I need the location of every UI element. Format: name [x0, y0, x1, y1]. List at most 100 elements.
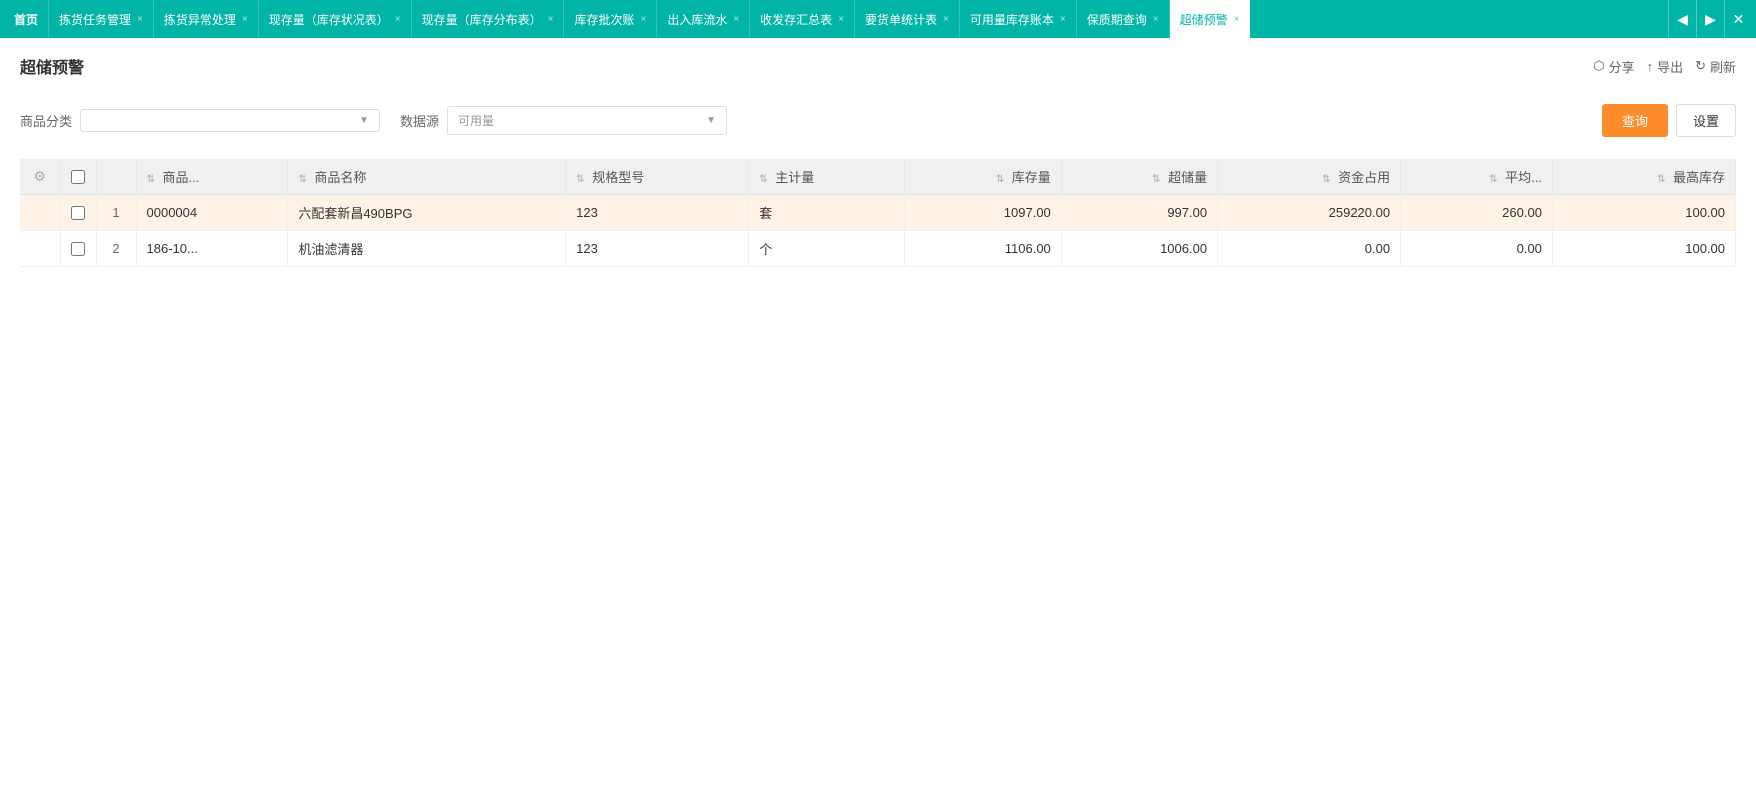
col-label: 主计量 — [775, 170, 814, 185]
sort-icon: ⇅ — [576, 174, 584, 185]
chevron-down-icon: ▼ — [706, 115, 716, 126]
nav-tab-available[interactable]: 可用量库存账本 × — [960, 0, 1077, 38]
table-col-avg[interactable]: ⇅ 平均... — [1401, 159, 1553, 195]
table-row[interactable]: 2 186-10... 机油滤清器 123 个 1106.00 1006.00 … — [20, 231, 1736, 267]
row-check — [60, 231, 96, 267]
table-col-seq — [96, 159, 136, 195]
table-col-over[interactable]: ⇅ 超储量 — [1061, 159, 1217, 195]
filter-actions: 查询 设置 — [1602, 104, 1736, 137]
row-unit: 个 — [749, 231, 905, 267]
row-gear — [20, 195, 60, 231]
nav-tab-label: 现存量（库存状况表） — [269, 11, 389, 28]
table-body: 1 0000004 六配套新昌490BPG 123 套 1097.00 997.… — [20, 195, 1736, 267]
table-col-unit[interactable]: ⇅ 主计量 — [749, 159, 905, 195]
table-col-max[interactable]: ⇅ 最高库存 — [1552, 159, 1735, 195]
nav-tab-label: 可用量库存账本 — [970, 11, 1054, 28]
datasource-select[interactable]: 可用量 ▼ — [447, 106, 727, 135]
nav-tab-stock-dist[interactable]: 现存量（库存分布表） × — [412, 0, 565, 38]
filter-row: 商品分类 ▼ 数据源 可用量 ▼ 查询 设置 — [20, 94, 1736, 147]
share-button[interactable]: ⬡ 分享 — [1593, 57, 1634, 76]
table-col-stock[interactable]: ⇅ 库存量 — [905, 159, 1061, 195]
sort-icon: ⇅ — [1322, 174, 1330, 185]
nav-next-button[interactable]: ▶ — [1696, 0, 1724, 38]
export-button[interactable]: ↑ 导出 — [1647, 57, 1684, 76]
nav-tab-task-mgmt[interactable]: 拣货任务管理 × — [49, 0, 154, 38]
row-code: 186-10... — [136, 231, 288, 267]
refresh-icon: ↻ — [1695, 58, 1706, 74]
category-label: 商品分类 — [20, 111, 72, 130]
sort-icon: ⇅ — [996, 174, 1004, 185]
row-avg: 260.00 — [1401, 195, 1553, 231]
close-icon[interactable]: × — [838, 14, 844, 25]
close-icon[interactable]: × — [943, 14, 949, 25]
nav-tab-label: 出入库流水 — [667, 11, 727, 28]
row-avg: 0.00 — [1401, 231, 1553, 267]
category-select[interactable]: ▼ — [80, 109, 380, 132]
sort-icon: ⇅ — [1152, 174, 1160, 185]
table-col-code[interactable]: ⇅ 商品... — [136, 159, 288, 195]
table-col-capital[interactable]: ⇅ 资金占用 — [1218, 159, 1401, 195]
header-actions: ⬡ 分享 ↑ 导出 ↻ 刷新 — [1593, 57, 1736, 76]
close-icon[interactable]: × — [395, 14, 401, 25]
nav-tab-in-out-flow[interactable]: 出入库流水 × — [657, 0, 750, 38]
nav-tab-label: 现存量（库存分布表） — [422, 11, 542, 28]
row-stock: 1106.00 — [905, 231, 1061, 267]
sort-icon: ⇅ — [147, 174, 155, 185]
close-icon[interactable]: × — [640, 14, 646, 25]
row-max: 100.00 — [1552, 231, 1735, 267]
row-check — [60, 195, 96, 231]
table-header: ⚙ ⇅ 商品... ⇅ 商品名称 ⇅ 规格型号 — [20, 159, 1736, 195]
table-row[interactable]: 1 0000004 六配套新昌490BPG 123 套 1097.00 997.… — [20, 195, 1736, 231]
close-icon[interactable]: × — [1060, 14, 1066, 25]
share-icon: ⬡ — [1593, 58, 1604, 74]
row-checkbox[interactable] — [71, 242, 85, 256]
col-label: 资金占用 — [1338, 170, 1390, 185]
nav-prev-button[interactable]: ◀ — [1668, 0, 1696, 38]
table-col-gear: ⚙ — [20, 159, 60, 195]
share-label: 分享 — [1609, 57, 1635, 76]
top-navigation: 首页 拣货任务管理 × 拣货异常处理 × 现存量（库存状况表） × 现存量（库存… — [0, 0, 1756, 38]
row-spec: 123 — [566, 195, 749, 231]
nav-close-all-button[interactable]: ✕ — [1724, 0, 1752, 38]
row-checkbox[interactable] — [71, 206, 85, 220]
close-icon[interactable]: × — [242, 14, 248, 25]
data-table: ⚙ ⇅ 商品... ⇅ 商品名称 ⇅ 规格型号 — [20, 159, 1736, 267]
close-icon[interactable]: × — [137, 14, 143, 25]
table-col-name[interactable]: ⇅ 商品名称 — [288, 159, 566, 195]
row-capital: 259220.00 — [1218, 195, 1401, 231]
nav-tab-order-stat[interactable]: 要货单统计表 × — [855, 0, 960, 38]
nav-tab-over-stock[interactable]: 超储预警 × — [1170, 0, 1251, 38]
row-spec: 123 — [566, 231, 749, 267]
chevron-down-icon: ▼ — [359, 115, 369, 126]
refresh-button[interactable]: ↻ 刷新 — [1695, 57, 1736, 76]
col-label: 商品名称 — [314, 170, 366, 185]
gear-icon[interactable]: ⚙ — [33, 168, 46, 184]
select-all-checkbox[interactable] — [71, 170, 85, 184]
col-label: 平均... — [1505, 170, 1542, 185]
close-icon[interactable]: × — [1153, 14, 1159, 25]
nav-tab-stock-status[interactable]: 现存量（库存状况表） × — [259, 0, 412, 38]
col-label: 超储量 — [1168, 170, 1207, 185]
page-header: 超储预警 ⬡ 分享 ↑ 导出 ↻ 刷新 — [20, 54, 1736, 78]
close-icon[interactable]: × — [733, 14, 739, 25]
close-icon[interactable]: × — [548, 14, 554, 25]
nav-tab-label: 拣货任务管理 — [59, 11, 131, 28]
col-label: 最高库存 — [1673, 170, 1725, 185]
close-icon[interactable]: × — [1234, 14, 1240, 25]
table-col-spec[interactable]: ⇅ 规格型号 — [566, 159, 749, 195]
nav-tab-stock-batch[interactable]: 库存批次账 × — [564, 0, 657, 38]
nav-tab-home[interactable]: 首页 — [4, 0, 49, 38]
settings-button[interactable]: 设置 — [1676, 104, 1736, 137]
row-code: 0000004 — [136, 195, 288, 231]
row-seq: 1 — [96, 195, 136, 231]
row-name: 机油滤清器 — [288, 231, 566, 267]
datasource-filter: 数据源 可用量 ▼ — [400, 106, 727, 135]
col-label: 库存量 — [1012, 170, 1051, 185]
query-button[interactable]: 查询 — [1602, 104, 1668, 137]
nav-tab-recv-send[interactable]: 收发存汇总表 × — [750, 0, 855, 38]
row-stock: 1097.00 — [905, 195, 1061, 231]
nav-tab-quality[interactable]: 保质期查询 × — [1077, 0, 1170, 38]
row-name: 六配套新昌490BPG — [288, 195, 566, 231]
nav-tab-home-label: 首页 — [14, 11, 38, 28]
nav-tab-abnormal[interactable]: 拣货异常处理 × — [154, 0, 259, 38]
